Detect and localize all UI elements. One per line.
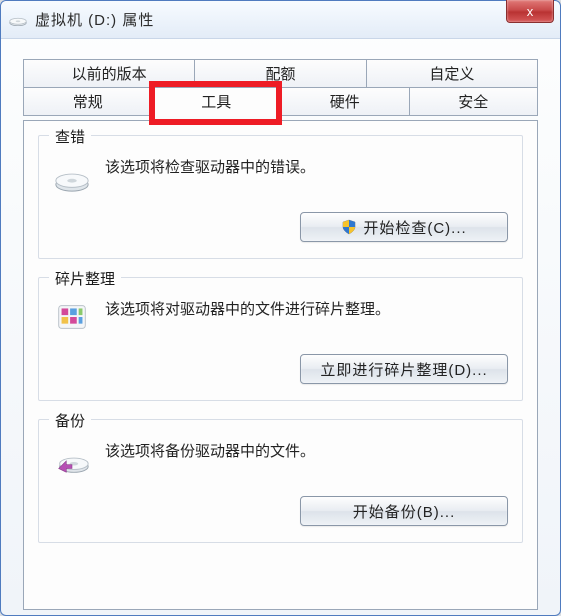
group-title-error-checking: 查错	[49, 126, 91, 147]
tab-tools[interactable]: 工具	[152, 87, 282, 116]
backup-icon	[53, 440, 91, 478]
error-checking-description: 该选项将检查驱动器中的错误。	[105, 154, 508, 178]
tab-strip: 以前的版本 配额 自定义 常规 工具 硬件 安全	[23, 59, 538, 121]
tab-customize[interactable]: 自定义	[366, 59, 538, 88]
tab-general[interactable]: 常规	[23, 87, 153, 116]
backup-now-button[interactable]: 开始备份(B)...	[300, 496, 508, 526]
tab-row-front: 常规 工具 硬件 安全	[23, 87, 538, 116]
group-defragmentation: 碎片整理 该选项将对驱动器中的文件进行碎片整理。	[38, 277, 523, 401]
drive-check-icon	[53, 156, 91, 194]
close-button[interactable]: x	[506, 0, 554, 23]
check-now-button-label: 开始检查(C)...	[363, 217, 466, 238]
tab-hardware[interactable]: 硬件	[280, 87, 410, 116]
defrag-icon	[53, 298, 91, 336]
tab-row-back: 以前的版本 配额 自定义	[23, 59, 538, 88]
uac-shield-icon	[341, 219, 357, 235]
properties-window: 虚拟机 (D:) 属性 x 以前的版本 配额 自定义 常规 工具 硬件 安全	[0, 0, 561, 616]
tab-previous-versions[interactable]: 以前的版本	[23, 59, 195, 88]
tab-quota[interactable]: 配额	[194, 59, 366, 88]
group-title-backup: 备份	[49, 410, 91, 431]
content-area: 以前的版本 配额 自定义 常规 工具 硬件 安全 查错	[1, 39, 560, 616]
check-now-button[interactable]: 开始检查(C)...	[300, 212, 508, 242]
tab-security[interactable]: 安全	[409, 87, 539, 116]
tab-panel-tools: 查错 该选项将检查驱动器中的错误。	[23, 120, 538, 610]
group-backup: 备份 该选项将备份驱动器中的文件。 开始备份(B)...	[38, 419, 523, 543]
defragment-now-button[interactable]: 立即进行碎片整理(D)...	[300, 354, 508, 384]
titlebar[interactable]: 虚拟机 (D:) 属性 x	[1, 1, 560, 39]
group-title-defragmentation: 碎片整理	[49, 268, 121, 289]
defragmentation-description: 该选项将对驱动器中的文件进行碎片整理。	[105, 296, 508, 320]
window-title: 虚拟机 (D:) 属性	[35, 9, 154, 30]
close-icon: x	[527, 4, 534, 19]
defragment-now-button-label: 立即进行碎片整理(D)...	[320, 359, 487, 380]
drive-icon	[9, 13, 27, 27]
group-error-checking: 查错 该选项将检查驱动器中的错误。	[38, 135, 523, 259]
backup-description: 该选项将备份驱动器中的文件。	[105, 438, 508, 462]
backup-now-button-label: 开始备份(B)...	[353, 501, 456, 522]
